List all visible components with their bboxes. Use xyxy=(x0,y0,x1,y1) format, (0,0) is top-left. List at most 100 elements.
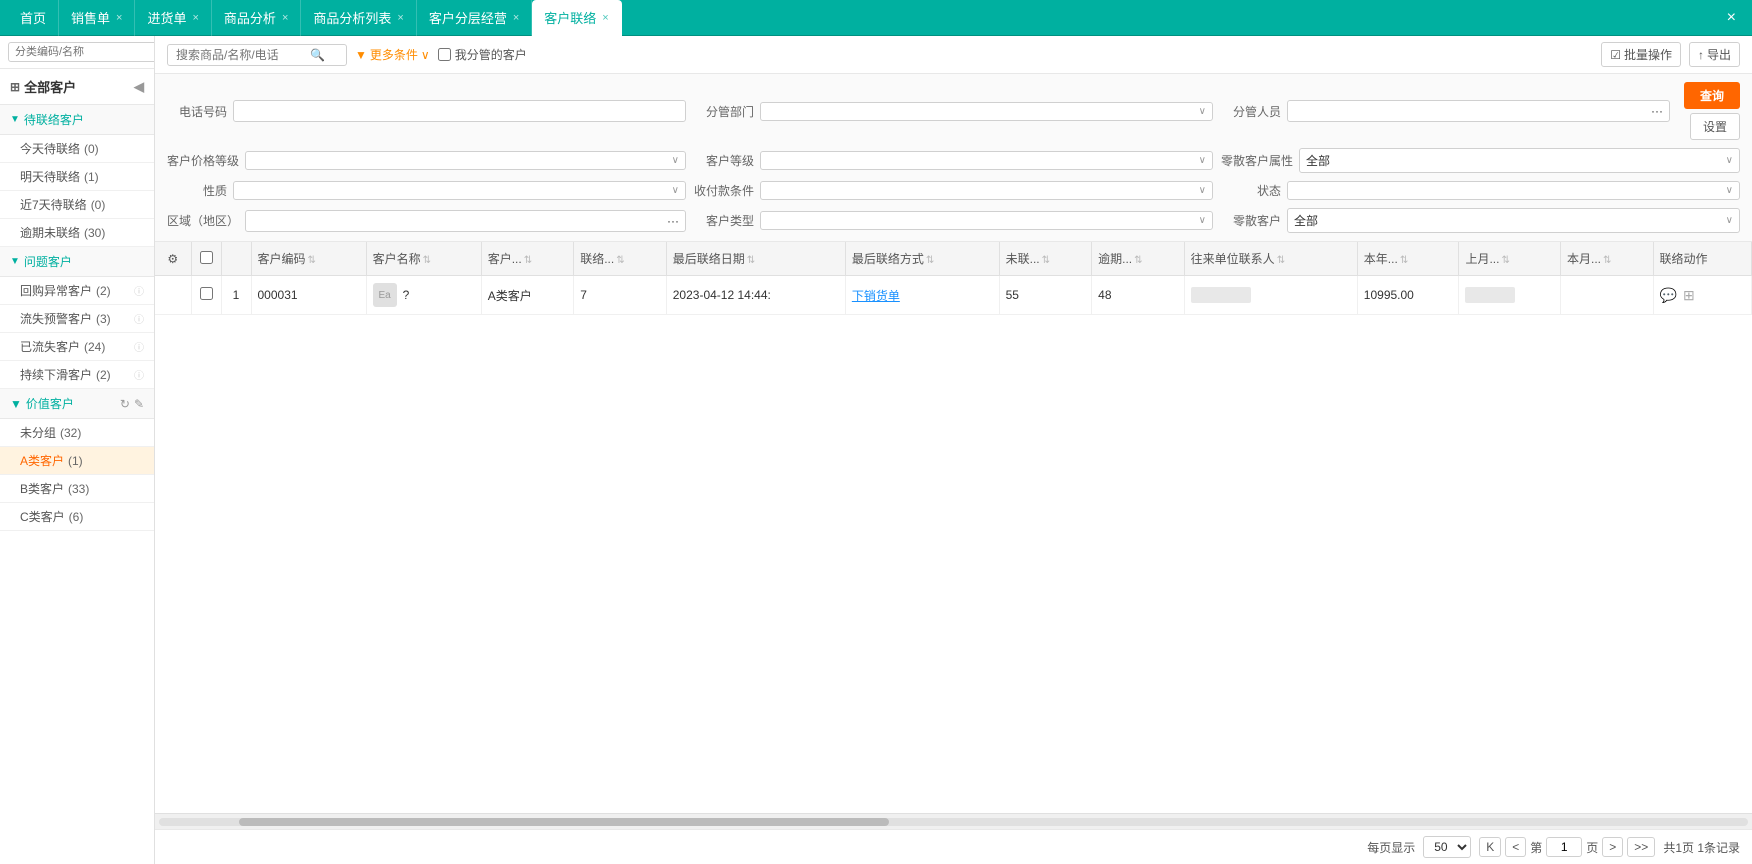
status-select[interactable]: ∨ xyxy=(1287,181,1740,200)
nav-tab-customer-contact[interactable]: 客户联络 × xyxy=(532,0,621,36)
price-grade-select[interactable]: ∨ xyxy=(245,151,686,170)
customer-type-select[interactable]: ∨ xyxy=(760,211,1213,230)
sidebar-item-churned[interactable]: 已流失客户 (24) ⓘ xyxy=(0,333,154,361)
churn-warning-info-icon: ⓘ xyxy=(134,311,144,326)
search-input[interactable] xyxy=(176,48,306,62)
td-this-year: 10995.00 xyxy=(1357,276,1459,315)
my-customers-checkbox-area: 我分管的客户 xyxy=(438,46,527,63)
nav-tab-purchase[interactable]: 进货单 × xyxy=(135,0,211,36)
close-tab-customer-contact[interactable]: × xyxy=(602,12,608,24)
prev-page-button[interactable]: < xyxy=(1505,837,1526,857)
row-checkbox[interactable] xyxy=(200,287,213,300)
export-button[interactable]: ↑ 导出 xyxy=(1689,42,1740,67)
select-all-checkbox[interactable] xyxy=(200,251,213,264)
sidebar-item-c-class[interactable]: C类客户 (6) xyxy=(0,503,154,531)
nav-home[interactable]: 首页 xyxy=(8,0,59,36)
problem-customers-group[interactable]: ▼ 问题客户 xyxy=(0,247,154,277)
last-method-link[interactable]: 下销货单 xyxy=(852,289,900,303)
settings-button[interactable]: 设置 xyxy=(1690,113,1740,140)
collapse-sidebar-icon[interactable]: ◀ xyxy=(134,79,144,95)
value-customers-group[interactable]: ▼ 价值客户 ↻ ✎ xyxy=(0,389,154,419)
th-code-sort-icon: ⇅ xyxy=(308,255,316,266)
nav-tab-goods-list[interactable]: 商品分析列表 × xyxy=(301,0,416,36)
retail-customer-select[interactable]: 全部 ∨ xyxy=(1287,208,1740,233)
td-name: Ea ? xyxy=(366,276,481,315)
customer-grade-select[interactable]: ∨ xyxy=(760,151,1213,170)
th-contact[interactable]: 联络...⇅ xyxy=(574,242,667,276)
th-last-method[interactable]: 最后联络方式⇅ xyxy=(845,242,999,276)
edit-icon[interactable]: ✎ xyxy=(134,397,144,411)
retail-attr-select[interactable]: 全部 ∨ xyxy=(1299,148,1740,173)
payment-select[interactable]: ∨ xyxy=(760,181,1213,200)
sidebar-item-ungrouped[interactable]: 未分组 (32) xyxy=(0,419,154,447)
th-no-contact[interactable]: 未联...⇅ xyxy=(999,242,1092,276)
close-tab-customer-segment[interactable]: × xyxy=(513,12,519,24)
more-conditions-button[interactable]: ▼ 更多条件 ∨ xyxy=(355,46,430,63)
nature-select[interactable]: ∨ xyxy=(233,181,686,200)
my-customers-label[interactable]: 我分管的客户 xyxy=(455,46,527,63)
phone-input[interactable] xyxy=(233,100,686,122)
nature-label: 性质 xyxy=(167,182,227,199)
td-last-method[interactable]: 下销货单 xyxy=(845,276,999,315)
last-page-button[interactable]: >> xyxy=(1627,837,1655,857)
tab-label-customer-segment: 客户分层经营 xyxy=(429,8,507,27)
first-page-button[interactable]: K xyxy=(1479,837,1501,857)
th-this-month[interactable]: 本月...⇅ xyxy=(1561,242,1654,276)
sidebar-all-customers-header[interactable]: ⊞ 全部客户 ◀ xyxy=(0,69,154,105)
query-button[interactable]: 查询 xyxy=(1684,82,1740,109)
customer-name-text: ? xyxy=(403,288,410,302)
horizontal-scrollbar[interactable] xyxy=(155,813,1752,829)
7days-label: 近7天待联络 xyxy=(20,196,87,213)
refresh-icon[interactable]: ↻ xyxy=(120,397,130,411)
th-settings[interactable]: ⚙ xyxy=(155,242,191,276)
batch-ops-button[interactable]: ☑ 批量操作 xyxy=(1601,42,1681,67)
person-select[interactable]: ··· xyxy=(1287,100,1670,122)
close-tab-sales[interactable]: × xyxy=(116,12,122,24)
pending-contact-group[interactable]: ▼ 待联络客户 xyxy=(0,105,154,135)
page-label: 第 xyxy=(1530,839,1542,856)
th-unit-contact[interactable]: 往来单位联系人⇅ xyxy=(1184,242,1357,276)
ungrouped-label: 未分组 xyxy=(20,424,56,441)
sidebar-item-tomorrow[interactable]: 明天待联络 (1) xyxy=(0,163,154,191)
sidebar-item-b-class[interactable]: B类客户 (33) xyxy=(0,475,154,503)
chat-action-icon[interactable]: 💬 xyxy=(1660,287,1677,304)
close-tab-purchase[interactable]: × xyxy=(192,12,198,24)
th-last-month[interactable]: 上月...⇅ xyxy=(1459,242,1561,276)
search-icon[interactable]: 🔍 xyxy=(310,48,325,62)
th-last-date[interactable]: 最后联络日期⇅ xyxy=(666,242,845,276)
sidebar-item-abnormal[interactable]: 回购异常客户 (2) ⓘ xyxy=(0,277,154,305)
th-overdue[interactable]: 逾期...⇅ xyxy=(1092,242,1185,276)
sidebar-item-churn-warning[interactable]: 流失预警客户 (3) ⓘ xyxy=(0,305,154,333)
nav-tab-goods-analysis[interactable]: 商品分析 × xyxy=(212,0,301,36)
dept-select[interactable]: ∨ xyxy=(760,102,1213,121)
my-customers-checkbox[interactable] xyxy=(438,48,451,61)
sidebar-search-input[interactable] xyxy=(8,42,155,62)
qr-action-icon[interactable]: ⊞ xyxy=(1683,287,1695,304)
nav-tab-sales[interactable]: 销售单 × xyxy=(59,0,135,36)
th-type[interactable]: 客户...⇅ xyxy=(481,242,574,276)
th-checkbox[interactable] xyxy=(191,242,221,276)
next-page-button[interactable]: > xyxy=(1602,837,1623,857)
page-number-input[interactable] xyxy=(1546,837,1582,857)
close-tab-goods-list[interactable]: × xyxy=(397,12,403,24)
scrollbar-thumb[interactable] xyxy=(239,818,889,826)
region-select[interactable]: ··· xyxy=(245,210,686,232)
dept-chevron-icon: ∨ xyxy=(1199,106,1206,117)
td-overdue: 48 xyxy=(1092,276,1185,315)
td-num: 1 xyxy=(221,276,251,315)
th-name[interactable]: 客户名称⇅ xyxy=(366,242,481,276)
th-this-year[interactable]: 本年...⇅ xyxy=(1357,242,1459,276)
sidebar-item-a-class[interactable]: A类客户 (1) xyxy=(0,447,154,475)
per-page-select[interactable]: 50 xyxy=(1423,836,1471,858)
nav-tab-customer-segment[interactable]: 客户分层经营 × xyxy=(417,0,532,36)
close-window-button[interactable]: × xyxy=(1719,9,1744,27)
close-tab-goods-analysis[interactable]: × xyxy=(282,12,288,24)
sidebar-item-overdue[interactable]: 逾期未联络 (30) xyxy=(0,219,154,247)
td-last-month xyxy=(1459,276,1561,315)
th-code[interactable]: 客户编码⇅ xyxy=(251,242,366,276)
td-checkbox[interactable] xyxy=(191,276,221,315)
sidebar-item-7days[interactable]: 近7天待联络 (0) xyxy=(0,191,154,219)
sidebar-item-today[interactable]: 今天待联络 (0) xyxy=(0,135,154,163)
sidebar-item-declining[interactable]: 持续下滑客户 (2) ⓘ xyxy=(0,361,154,389)
7days-count: (0) xyxy=(91,198,106,212)
